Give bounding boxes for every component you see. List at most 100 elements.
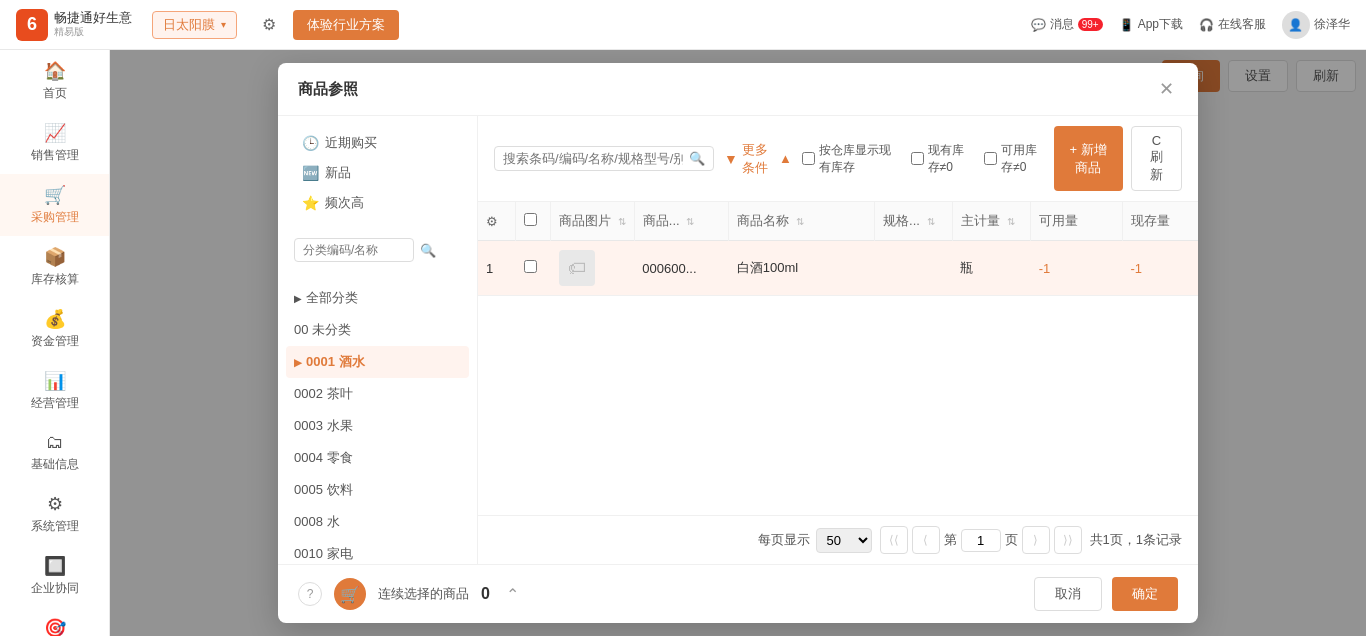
cancel-button[interactable]: 取消 (1034, 577, 1102, 611)
sidebar: 🏠 首页 📈 销售管理 🛒 采购管理 📦 库存核算 💰 资金管理 📊 经营管理 … (0, 50, 110, 636)
th-spec: 规格... ⇅ (875, 202, 953, 241)
modal-footer: ? 🛒 连续选择的商品 0 ⌃ 取消 确定 (278, 564, 1198, 623)
confirm-button[interactable]: 确定 (1112, 577, 1178, 611)
product-table: ⚙ 商品图片 ⇅ 商品... (478, 202, 1198, 296)
th-unit: 主计量 ⇅ (952, 202, 1030, 241)
chevron-right-icon-all: ▶ (294, 293, 302, 304)
message-button[interactable]: 💬 消息 99+ (1031, 16, 1103, 33)
experience-button[interactable]: 体验行业方案 (293, 10, 399, 40)
cart-button[interactable]: 🛒 (334, 578, 366, 610)
cat-item-water[interactable]: 0008 水 (286, 506, 469, 538)
refresh-product-button[interactable]: C 刷新 (1131, 126, 1182, 191)
table-row[interactable]: 1 🏷 000600... 白酒100ml 瓶 -1 -1 (478, 241, 1198, 296)
filter-label: 更多条件 (742, 141, 775, 177)
th-name: 商品名称 ⇅ (729, 202, 875, 241)
cb-warehouse-input[interactable] (802, 152, 815, 165)
page-last-button[interactable]: ⟩⟩ (1054, 526, 1082, 554)
cb-warehouse-label: 按仓库显示现有库存 (819, 142, 897, 176)
quick-frequent[interactable]: ⭐ 频次高 (294, 188, 461, 218)
cat-item-snack[interactable]: 0004 零食 (286, 442, 469, 474)
cell-name: 白酒100ml (729, 241, 875, 296)
cell-checkbox[interactable] (516, 241, 551, 296)
star-icon: ⭐ (302, 195, 319, 211)
brand-sub: 精易版 (54, 25, 132, 39)
sidebar-label-basic-info: 基础信息 (31, 456, 79, 473)
sort-name-icon[interactable]: ⇅ (796, 216, 804, 227)
search-icon[interactable]: 🔍 (689, 151, 705, 166)
cb-by-warehouse[interactable]: 按仓库显示现有库存 (802, 142, 897, 176)
sidebar-label-enterprise: 企业协同 (31, 580, 79, 597)
th-checkbox (516, 202, 551, 241)
gear-button[interactable]: ⚙ (253, 9, 285, 41)
cat-all-categories[interactable]: ▶ 全部分类 (286, 282, 469, 314)
quick-recent-label: 近期购买 (325, 134, 377, 152)
modal-overlay: 商品参照 ✕ 🕒 近期购买 🆕 新品 (110, 50, 1366, 636)
cat-item-uncategorized[interactable]: 00 未分类 (286, 314, 469, 346)
cat-item-liquor[interactable]: ▶ 0001 酒水 (286, 346, 469, 378)
top-nav: 6 畅捷通好生意 精易版 日太阳膜 ▾ ⚙ 体验行业方案 💬 消息 99+ 📱 … (0, 0, 1366, 50)
cb-available-input[interactable] (911, 152, 924, 165)
sort-unit-icon[interactable]: ⇅ (1007, 216, 1015, 227)
cb-available-nonzero[interactable]: 现有库存≠0 (911, 142, 970, 176)
search-box: 🔍 (494, 146, 714, 171)
sidebar-item-operations[interactable]: 📊 经营管理 (0, 360, 109, 422)
collapse-footer-icon[interactable]: ⌃ (506, 585, 519, 604)
cat-fruit-label: 0003 水果 (294, 417, 353, 435)
sidebar-item-finance[interactable]: 💰 资金管理 (0, 298, 109, 360)
sidebar-item-sales[interactable]: 📈 销售管理 (0, 112, 109, 174)
page-input[interactable] (961, 529, 1001, 552)
sidebar-item-guide[interactable]: 🎯 新手引导 (0, 607, 109, 636)
sidebar-item-home[interactable]: 🏠 首页 (0, 50, 109, 112)
sort-img-icon[interactable]: ⇅ (618, 216, 626, 227)
main-area: 查询 设置 刷新 商品参照 ✕ 🕒 近期购买 (110, 50, 1366, 636)
user-avatar-button[interactable]: 👤 徐泽华 (1282, 11, 1350, 39)
cat-item-fruit[interactable]: 0003 水果 (286, 410, 469, 442)
cat-search-input[interactable] (294, 238, 414, 262)
sidebar-item-inventory[interactable]: 📦 库存核算 (0, 236, 109, 298)
cat-search-icon[interactable]: 🔍 (420, 243, 436, 258)
app-download-button[interactable]: 📱 App下载 (1119, 16, 1183, 33)
cat-item-tea[interactable]: 0002 茶叶 (286, 378, 469, 410)
message-label: 消息 (1050, 16, 1074, 33)
cell-avail: -1 (1031, 241, 1123, 296)
filter-button[interactable]: ▼ 更多条件 ▲ (724, 141, 792, 177)
add-product-button[interactable]: + 新增商品 (1054, 126, 1123, 191)
per-page-select[interactable]: 50 10 20 100 (816, 528, 872, 553)
th-image: 商品图片 ⇅ (551, 202, 635, 241)
footer-buttons: 取消 确定 (1034, 577, 1178, 611)
page-next-button[interactable]: ⟩ (1022, 526, 1050, 554)
sort-spec-icon[interactable]: ⇅ (927, 216, 935, 227)
sidebar-item-purchase[interactable]: 🛒 采购管理 (0, 174, 109, 236)
sidebar-item-system[interactable]: ⚙ 系统管理 (0, 483, 109, 545)
cb-usable-input[interactable] (984, 152, 997, 165)
select-all-checkbox[interactable] (524, 213, 537, 226)
cat-item-beverage[interactable]: 0005 饮料 (286, 474, 469, 506)
quick-recent[interactable]: 🕒 近期购买 (294, 128, 461, 158)
quick-categories: 🕒 近期购买 🆕 新品 ⭐ 频次高 (278, 124, 477, 222)
quick-new[interactable]: 🆕 新品 (294, 158, 461, 188)
page-prev-button[interactable]: ⟨ (912, 526, 940, 554)
sidebar-label-home: 首页 (43, 85, 67, 102)
home-icon: 🏠 (44, 60, 66, 82)
sidebar-label-system: 系统管理 (31, 518, 79, 535)
cat-item-appliance[interactable]: 0010 家电 (286, 538, 469, 564)
quick-frequent-label: 频次高 (325, 194, 364, 212)
cat-beverage-label: 0005 饮料 (294, 481, 353, 499)
sidebar-item-enterprise[interactable]: 🔲 企业协同 (0, 545, 109, 607)
cat-water-label: 0008 水 (294, 513, 340, 531)
per-page: 每页显示 50 10 20 100 (758, 528, 872, 553)
help-button[interactable]: ? (298, 582, 322, 606)
modal-close-button[interactable]: ✕ (1154, 77, 1178, 101)
sidebar-item-basic-info[interactable]: 🗂 基础信息 (0, 422, 109, 483)
inventory-icon: 📦 (44, 246, 66, 268)
new-icon: 🆕 (302, 165, 319, 181)
page-total-info: 共1页，1条记录 (1090, 531, 1182, 549)
sort-code-icon[interactable]: ⇅ (686, 216, 694, 227)
table-header-row: ⚙ 商品图片 ⇅ 商品... (478, 202, 1198, 241)
nav-selector[interactable]: 日太阳膜 ▾ (152, 11, 237, 39)
online-service-button[interactable]: 🎧 在线客服 (1199, 16, 1266, 33)
page-first-button[interactable]: ⟨⟨ (880, 526, 908, 554)
search-input[interactable] (503, 151, 683, 166)
page-nav: ⟨⟨ ⟨ 第 页 ⟩ ⟩⟩ (880, 526, 1082, 554)
cb-usable-nonzero[interactable]: 可用库存≠0 (984, 142, 1043, 176)
